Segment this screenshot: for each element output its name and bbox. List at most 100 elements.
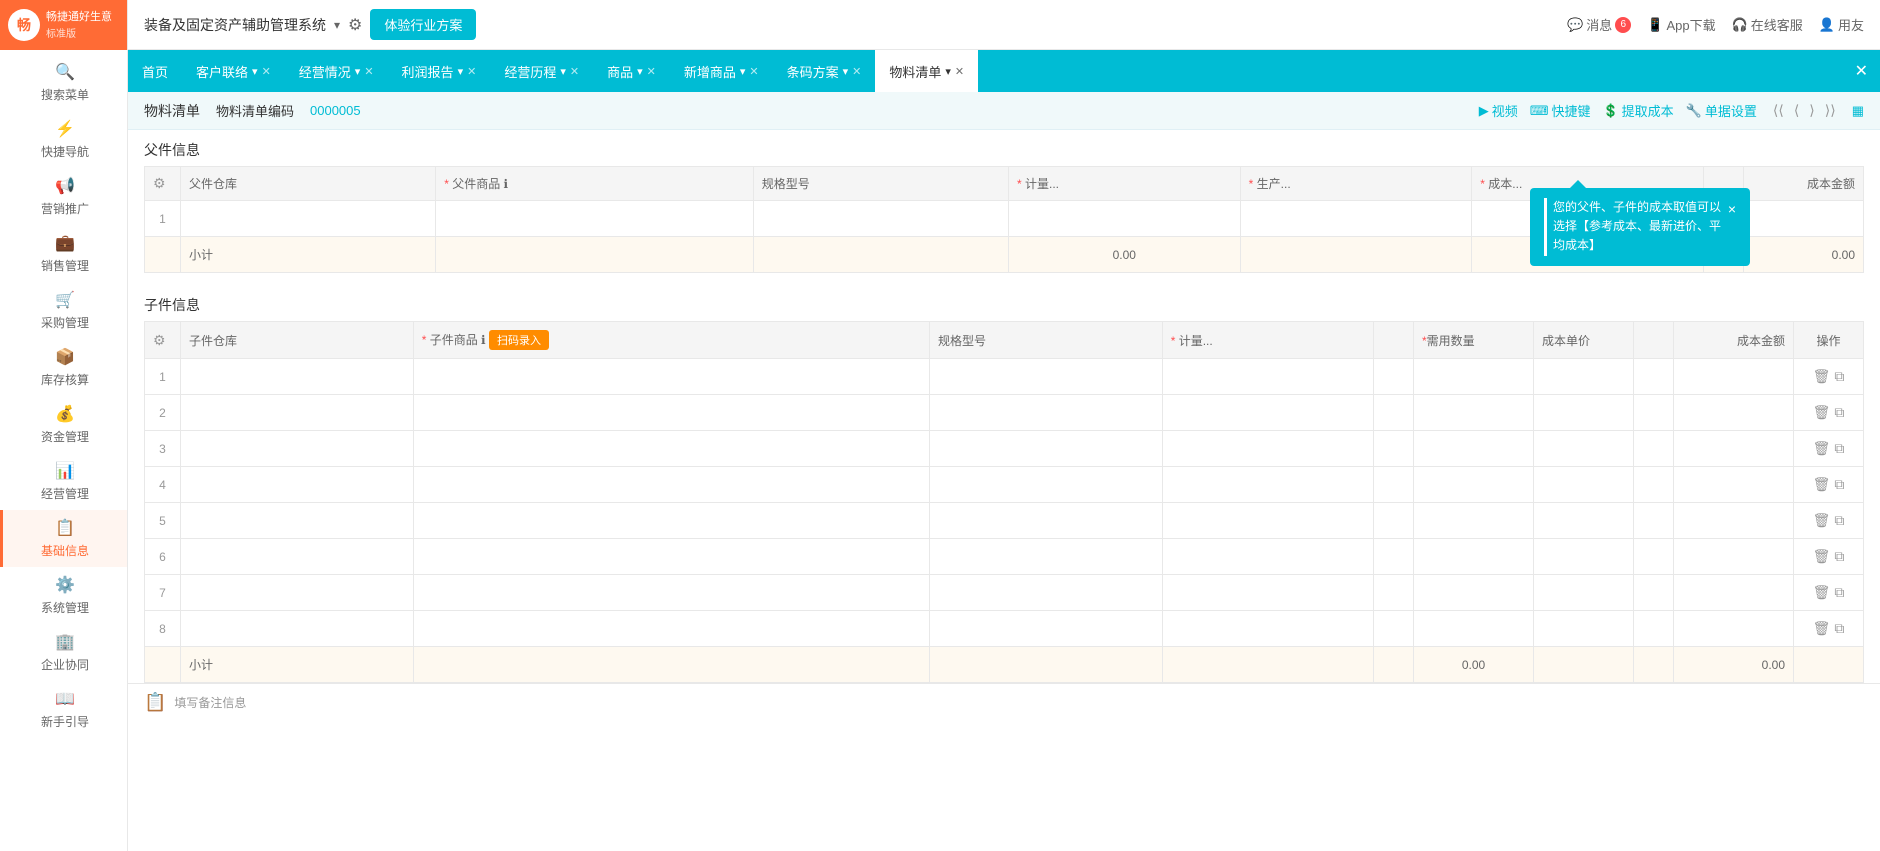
app-download-btn[interactable]: 📱 App下载: [1647, 15, 1715, 34]
child-row-3-spec[interactable]: [930, 431, 1163, 467]
child-row-5-warehouse[interactable]: [181, 503, 414, 539]
message-btn[interactable]: 💬 消息 6: [1567, 15, 1631, 34]
child-row-1-copy-icon[interactable]: ⧉: [1834, 368, 1844, 385]
online-service-btn[interactable]: 🎧 在线客服: [1732, 15, 1803, 34]
child-row-1-unit[interactable]: [1162, 359, 1373, 395]
grid-view-btn[interactable]: ▦: [1852, 103, 1864, 119]
parent-th-settings[interactable]: ⚙: [145, 167, 181, 201]
child-row-8-unit[interactable]: [1162, 611, 1373, 647]
parent-row-1-production[interactable]: [1240, 201, 1472, 237]
sidebar-item-marketing[interactable]: 📢 营销推广: [0, 168, 127, 225]
sidebar-item-inventory[interactable]: 📦 库存核算: [0, 339, 127, 396]
child-row-6-goods[interactable]: [413, 539, 929, 575]
child-row-7-copy-icon[interactable]: ⧉: [1834, 584, 1844, 601]
tab-arrow-bom[interactable]: ▾: [945, 65, 951, 78]
sidebar-item-quick-nav[interactable]: ⚡ 快捷导航: [0, 111, 127, 168]
child-row-3-qty[interactable]: [1414, 431, 1534, 467]
child-row-5-unit-cost[interactable]: [1534, 503, 1634, 539]
tab-arrow-customer[interactable]: ▾: [252, 65, 258, 78]
child-row-2-warehouse[interactable]: [181, 395, 414, 431]
tab-customer[interactable]: 客户联络 ▾ ✕: [182, 50, 285, 92]
child-row-8-delete-icon[interactable]: 🗑: [1813, 620, 1831, 637]
child-row-1-unit-cost[interactable]: [1534, 359, 1634, 395]
tab-arrow-profit[interactable]: ▾: [458, 65, 464, 78]
tab-profit[interactable]: 利润报告 ▾ ✕: [388, 50, 491, 92]
child-row-6-delete-icon[interactable]: 🗑: [1813, 548, 1831, 565]
child-row-3-delete-icon[interactable]: 🗑: [1813, 440, 1831, 457]
tab-close-operations[interactable]: ✕: [364, 65, 373, 78]
tab-home[interactable]: 首页: [128, 50, 182, 92]
child-row-7-spec[interactable]: [930, 575, 1163, 611]
child-row-1-goods[interactable]: [413, 359, 929, 395]
child-row-7-goods[interactable]: [413, 575, 929, 611]
sidebar-item-finance[interactable]: 💰 资金管理: [0, 396, 127, 453]
user-menu[interactable]: 👤 用友: [1819, 15, 1864, 34]
child-row-8-warehouse[interactable]: [181, 611, 414, 647]
tab-arrow-history[interactable]: ▾: [560, 65, 566, 78]
child-row-7-unit-cost[interactable]: [1534, 575, 1634, 611]
sidebar-item-enterprise[interactable]: 🏢 企业协同: [0, 624, 127, 681]
sidebar-item-system[interactable]: ⚙️ 系统管理: [0, 567, 127, 624]
scan-button[interactable]: 扫码录入: [489, 330, 549, 350]
child-row-6-copy-icon[interactable]: ⧉: [1834, 548, 1844, 565]
child-row-4-qty[interactable]: [1414, 467, 1534, 503]
child-row-3-warehouse[interactable]: [181, 431, 414, 467]
child-row-5-delete-icon[interactable]: 🗑: [1813, 512, 1831, 529]
child-row-6-warehouse[interactable]: [181, 539, 414, 575]
child-row-4-spec[interactable]: [930, 467, 1163, 503]
tab-close-history[interactable]: ✕: [570, 65, 579, 78]
video-btn[interactable]: ▶ 视频: [1479, 101, 1518, 120]
child-row-1-spec[interactable]: [930, 359, 1163, 395]
parent-gear-icon[interactable]: ⚙: [153, 175, 166, 191]
sidebar-item-purchase[interactable]: 🛒 采购管理: [0, 282, 127, 339]
nav-next[interactable]: ⟩: [1805, 100, 1818, 121]
tab-close-bom[interactable]: ✕: [955, 65, 964, 78]
child-row-4-goods[interactable]: [413, 467, 929, 503]
child-row-3-copy-icon[interactable]: ⧉: [1834, 440, 1844, 457]
tab-close-customer[interactable]: ✕: [262, 65, 271, 78]
child-row-4-copy-icon[interactable]: ⧉: [1834, 476, 1844, 493]
sidebar-item-operations[interactable]: 📊 经营管理: [0, 453, 127, 510]
tab-bom[interactable]: 物料清单 ▾ ✕: [875, 50, 978, 92]
tooltip-close-btn[interactable]: ×: [1728, 198, 1736, 220]
tab-new-goods[interactable]: 新增商品 ▾ ✕: [670, 50, 773, 92]
note-label[interactable]: 填写备注信息: [174, 694, 246, 711]
child-row-1-delete-icon[interactable]: 🗑: [1813, 368, 1831, 385]
child-gear-icon[interactable]: ⚙: [153, 332, 166, 348]
child-row-7-delete-icon[interactable]: 🗑: [1813, 584, 1831, 601]
sidebar-item-sales[interactable]: 💼 销售管理: [0, 225, 127, 282]
child-row-5-copy-icon[interactable]: ⧉: [1834, 512, 1844, 529]
child-row-3-unit[interactable]: [1162, 431, 1373, 467]
tab-history[interactable]: 经营历程 ▾ ✕: [490, 50, 593, 92]
tab-arrow-operations[interactable]: ▾: [355, 65, 361, 78]
child-row-1-warehouse[interactable]: [181, 359, 414, 395]
child-row-7-warehouse[interactable]: [181, 575, 414, 611]
nav-prev[interactable]: ⟨: [1790, 100, 1803, 121]
child-row-2-delete-icon[interactable]: 🗑: [1813, 404, 1831, 421]
child-row-2-spec[interactable]: [930, 395, 1163, 431]
child-row-2-goods[interactable]: [413, 395, 929, 431]
nav-next-last[interactable]: ⟩⟩: [1821, 100, 1840, 121]
child-row-6-unit[interactable]: [1162, 539, 1373, 575]
tab-close-profit[interactable]: ✕: [467, 65, 476, 78]
child-row-2-unit[interactable]: [1162, 395, 1373, 431]
parent-row-1-warehouse[interactable]: [181, 201, 436, 237]
child-row-3-unit-cost[interactable]: [1534, 431, 1634, 467]
sidebar-item-guide[interactable]: 📖 新手引导: [0, 681, 127, 738]
note-icon[interactable]: 📋: [144, 692, 166, 713]
child-row-4-unit[interactable]: [1162, 467, 1373, 503]
nav-prev-first[interactable]: ⟨⟨: [1769, 100, 1788, 121]
sidebar-item-basic-info[interactable]: 📋 基础信息: [0, 510, 127, 567]
child-row-1-qty[interactable]: [1414, 359, 1534, 395]
child-row-4-delete-icon[interactable]: 🗑: [1813, 476, 1831, 493]
child-row-6-qty[interactable]: [1414, 539, 1534, 575]
tab-close-barcode[interactable]: ✕: [852, 65, 861, 78]
child-row-7-unit[interactable]: [1162, 575, 1373, 611]
child-row-8-copy-icon[interactable]: ⧉: [1834, 620, 1844, 637]
child-row-2-copy-icon[interactable]: ⧉: [1834, 404, 1844, 421]
tab-close-new-goods[interactable]: ✕: [749, 65, 758, 78]
child-row-7-qty[interactable]: [1414, 575, 1534, 611]
child-row-5-qty[interactable]: [1414, 503, 1534, 539]
child-row-6-unit-cost[interactable]: [1534, 539, 1634, 575]
child-row-8-unit-cost[interactable]: [1534, 611, 1634, 647]
